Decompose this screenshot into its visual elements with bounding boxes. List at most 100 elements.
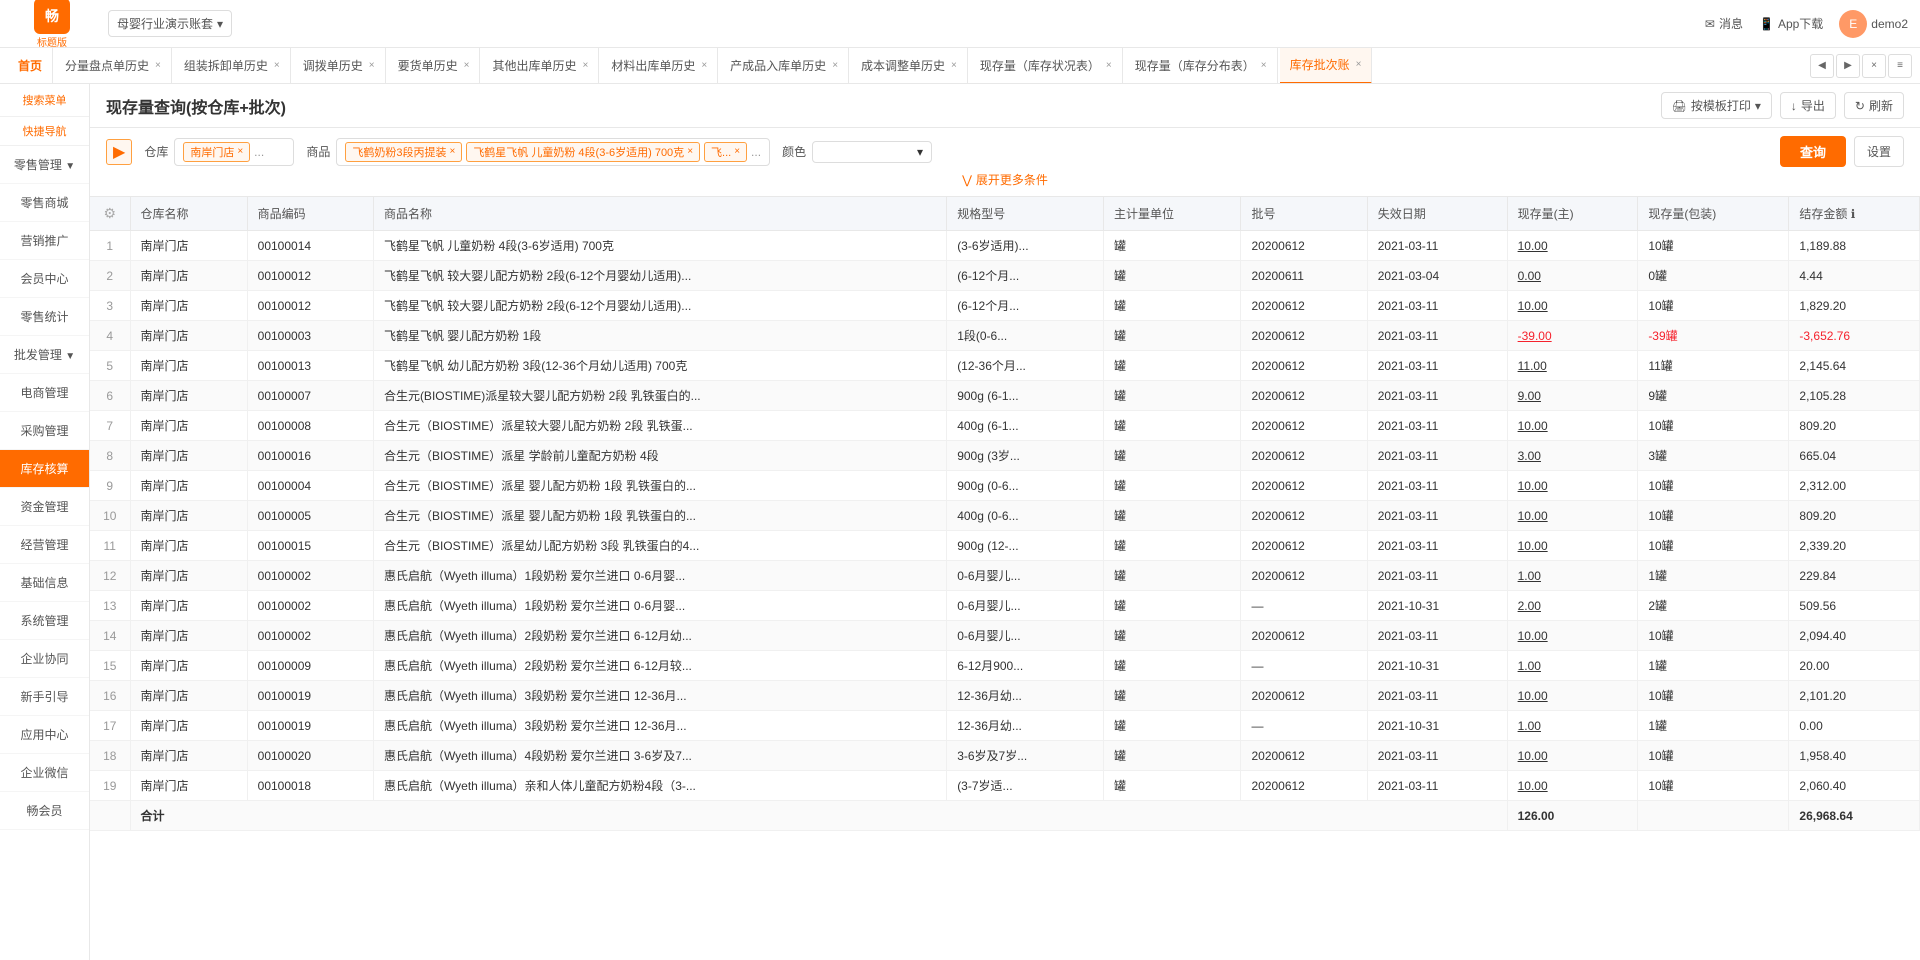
row-qty-main[interactable]: 0.00 bbox=[1507, 261, 1638, 291]
sidebar-item-basic[interactable]: 基础信息 bbox=[0, 564, 89, 602]
tab-cailiaochu[interactable]: 材料出库单历史 × bbox=[601, 48, 718, 84]
sidebar-nav[interactable]: 快捷导航 bbox=[0, 117, 89, 146]
row-qty-main[interactable]: 1.00 bbox=[1507, 561, 1638, 591]
tab-fenpan[interactable]: 分量盘点单历史 × bbox=[55, 48, 172, 84]
sidebar-item-finance[interactable]: 资金管理 bbox=[0, 488, 89, 526]
tab-close-icon[interactable]: × bbox=[369, 60, 375, 71]
row-qty-main[interactable]: 1.00 bbox=[1507, 711, 1638, 741]
sidebar-item-purchase[interactable]: 采购管理 bbox=[0, 412, 89, 450]
row-qty-main[interactable]: 10.00 bbox=[1507, 771, 1638, 801]
app-download-btn[interactable]: 📱 App下载 bbox=[1759, 15, 1823, 32]
account-label: 母婴行业演示账套 bbox=[117, 15, 213, 32]
row-qty-main[interactable]: 10.00 bbox=[1507, 621, 1638, 651]
sidebar-item-member2[interactable]: 畅会员 bbox=[0, 792, 89, 830]
message-btn[interactable]: ✉ 消息 bbox=[1705, 15, 1743, 32]
tab-chanchengru[interactable]: 产成品入库单历史 × bbox=[720, 48, 849, 84]
tab-close-icon[interactable]: × bbox=[582, 60, 588, 71]
row-warehouse: 南岸门店 bbox=[130, 471, 247, 501]
account-dropdown[interactable]: 母婴行业演示账套 ▾ bbox=[108, 10, 232, 37]
tab-xiancunliang2[interactable]: 现存量（库存分布表）× bbox=[1125, 48, 1278, 84]
sidebar-item-operations[interactable]: 经营管理 bbox=[0, 526, 89, 564]
sidebar-item-collab[interactable]: 企业协同 bbox=[0, 640, 89, 678]
row-qty-main[interactable]: 10.00 bbox=[1507, 501, 1638, 531]
sidebar-item-wholesale[interactable]: 批发管理 ▼ bbox=[0, 336, 89, 374]
tab-close-icon[interactable]: × bbox=[832, 60, 838, 71]
refresh-label: 刷新 bbox=[1869, 97, 1893, 114]
query-button[interactable]: 查询 bbox=[1780, 136, 1846, 167]
tab-xiancunliang1[interactable]: 现存量（库存状况表）× bbox=[970, 48, 1123, 84]
product-tag-container[interactable]: 飞鹤奶粉3段丙提装 × 飞鹤星飞帆 儿童奶粉 4段(3-6岁适用) 700克 ×… bbox=[336, 138, 770, 166]
warehouse-tag-container[interactable]: 南岸门店 × ... bbox=[174, 138, 294, 166]
row-no: 17 bbox=[90, 711, 130, 741]
tab-close-icon[interactable]: × bbox=[464, 60, 470, 71]
sidebar-item-retail-stats[interactable]: 零售统计 bbox=[0, 298, 89, 336]
tab-chengbentiao[interactable]: 成本调整单历史 × bbox=[851, 48, 968, 84]
expand-conditions-btn[interactable]: ⋁ 展开更多条件 bbox=[962, 171, 1048, 188]
row-qty-main[interactable]: 9.00 bbox=[1507, 381, 1638, 411]
tab-yaoh[interactable]: 要货单历史 × bbox=[388, 48, 481, 84]
tab-close-icon[interactable]: × bbox=[1356, 59, 1362, 70]
sidebar-item-retail-mall[interactable]: 零售商城 bbox=[0, 184, 89, 222]
sidebar-item-member[interactable]: 会员中心 bbox=[0, 260, 89, 298]
row-name: 飞鹤星飞帆 婴儿配方奶粉 1段 bbox=[373, 321, 946, 351]
sidebar-item-guide[interactable]: 新手引导 bbox=[0, 678, 89, 716]
row-qty-main[interactable]: 10.00 bbox=[1507, 531, 1638, 561]
tab-home[interactable]: 首页 bbox=[8, 48, 53, 84]
export-button[interactable]: ↓ 导出 bbox=[1780, 92, 1836, 119]
tab-next-btn[interactable]: ▶ bbox=[1836, 54, 1860, 78]
tab-close-all-btn[interactable]: × bbox=[1862, 54, 1886, 78]
page-title: 现存量查询(按仓库+批次) bbox=[106, 94, 286, 118]
warehouse-more-btn[interactable]: ... bbox=[254, 145, 264, 159]
product-tag-1-text: 飞鹤奶粉3段丙提装 bbox=[352, 144, 446, 160]
product-tag-1-remove[interactable]: × bbox=[449, 146, 455, 157]
sidebar-item-system[interactable]: 系统管理 bbox=[0, 602, 89, 640]
color-tag-container[interactable]: ▾ bbox=[812, 141, 932, 163]
tab-close-icon[interactable]: × bbox=[1261, 60, 1267, 71]
tab-menu-btn[interactable]: ≡ bbox=[1888, 54, 1912, 78]
product-tag-3-remove[interactable]: × bbox=[734, 146, 740, 157]
gear-icon[interactable]: ⚙ bbox=[103, 205, 116, 221]
product-more-btn[interactable]: ... bbox=[751, 145, 761, 159]
tab-prev-btn[interactable]: ◀ bbox=[1810, 54, 1834, 78]
sidebar-item-retail-mgmt[interactable]: 零售管理 ▼ bbox=[0, 146, 89, 184]
sidebar-item-apps[interactable]: 应用中心 bbox=[0, 716, 89, 754]
sidebar-item-inventory[interactable]: 库存核算 bbox=[0, 450, 89, 488]
tab-qitachu[interactable]: 其他出库单历史 × bbox=[482, 48, 599, 84]
tab-close-icon[interactable]: × bbox=[951, 60, 957, 71]
row-qty-main[interactable]: 10.00 bbox=[1507, 291, 1638, 321]
settings-button[interactable]: 设置 bbox=[1854, 136, 1904, 167]
row-qty-main[interactable]: 10.00 bbox=[1507, 741, 1638, 771]
sidebar-item-ecommerce[interactable]: 电商管理 bbox=[0, 374, 89, 412]
row-qty-main[interactable]: 10.00 bbox=[1507, 411, 1638, 441]
row-qty-main[interactable]: 10.00 bbox=[1507, 471, 1638, 501]
tab-diaob[interactable]: 调拨单历史 × bbox=[293, 48, 386, 84]
sidebar-item-marketing[interactable]: 营销推广 bbox=[0, 222, 89, 260]
tab-close-icon[interactable]: × bbox=[155, 60, 161, 71]
filter-toggle-arrow[interactable]: ▶ bbox=[106, 139, 132, 165]
row-qty-main[interactable]: 3.00 bbox=[1507, 441, 1638, 471]
tab-close-icon[interactable]: × bbox=[1106, 60, 1112, 71]
print-button[interactable]: 🖨 按模板打印 ▾ bbox=[1661, 92, 1772, 119]
row-qty-main[interactable]: 10.00 bbox=[1507, 231, 1638, 261]
refresh-button[interactable]: ↻ 刷新 bbox=[1844, 92, 1904, 119]
row-qty-main[interactable]: 11.00 bbox=[1507, 351, 1638, 381]
row-qty-main[interactable]: 1.00 bbox=[1507, 651, 1638, 681]
row-qty-pkg: 10罐 bbox=[1638, 531, 1789, 561]
row-qty-main[interactable]: -39.00 bbox=[1507, 321, 1638, 351]
row-spec: 0-6月婴儿... bbox=[947, 561, 1104, 591]
product-tag-2-remove[interactable]: × bbox=[687, 146, 693, 157]
sidebar-item-wechat[interactable]: 企业微信 bbox=[0, 754, 89, 792]
warehouse-tag-remove[interactable]: × bbox=[237, 146, 243, 157]
tab-close-icon[interactable]: × bbox=[274, 60, 280, 71]
sidebar: 搜索菜单 快捷导航 零售管理 ▼ 零售商城 营销推广 会员中心 零售统计 批发管… bbox=[0, 84, 90, 960]
sidebar-search[interactable]: 搜索菜单 bbox=[0, 84, 89, 117]
row-amount: 229.84 bbox=[1789, 561, 1920, 591]
row-qty-main[interactable]: 10.00 bbox=[1507, 681, 1638, 711]
tab-kucunpici[interactable]: 库存批次账 × bbox=[1280, 48, 1373, 84]
row-qty-main[interactable]: 2.00 bbox=[1507, 591, 1638, 621]
row-code: 00100019 bbox=[247, 711, 373, 741]
col-gear[interactable]: ⚙ bbox=[90, 197, 130, 231]
user-profile[interactable]: E demo2 bbox=[1839, 10, 1908, 38]
tab-zuhe[interactable]: 组装拆卸单历史 × bbox=[174, 48, 291, 84]
tab-close-icon[interactable]: × bbox=[701, 60, 707, 71]
